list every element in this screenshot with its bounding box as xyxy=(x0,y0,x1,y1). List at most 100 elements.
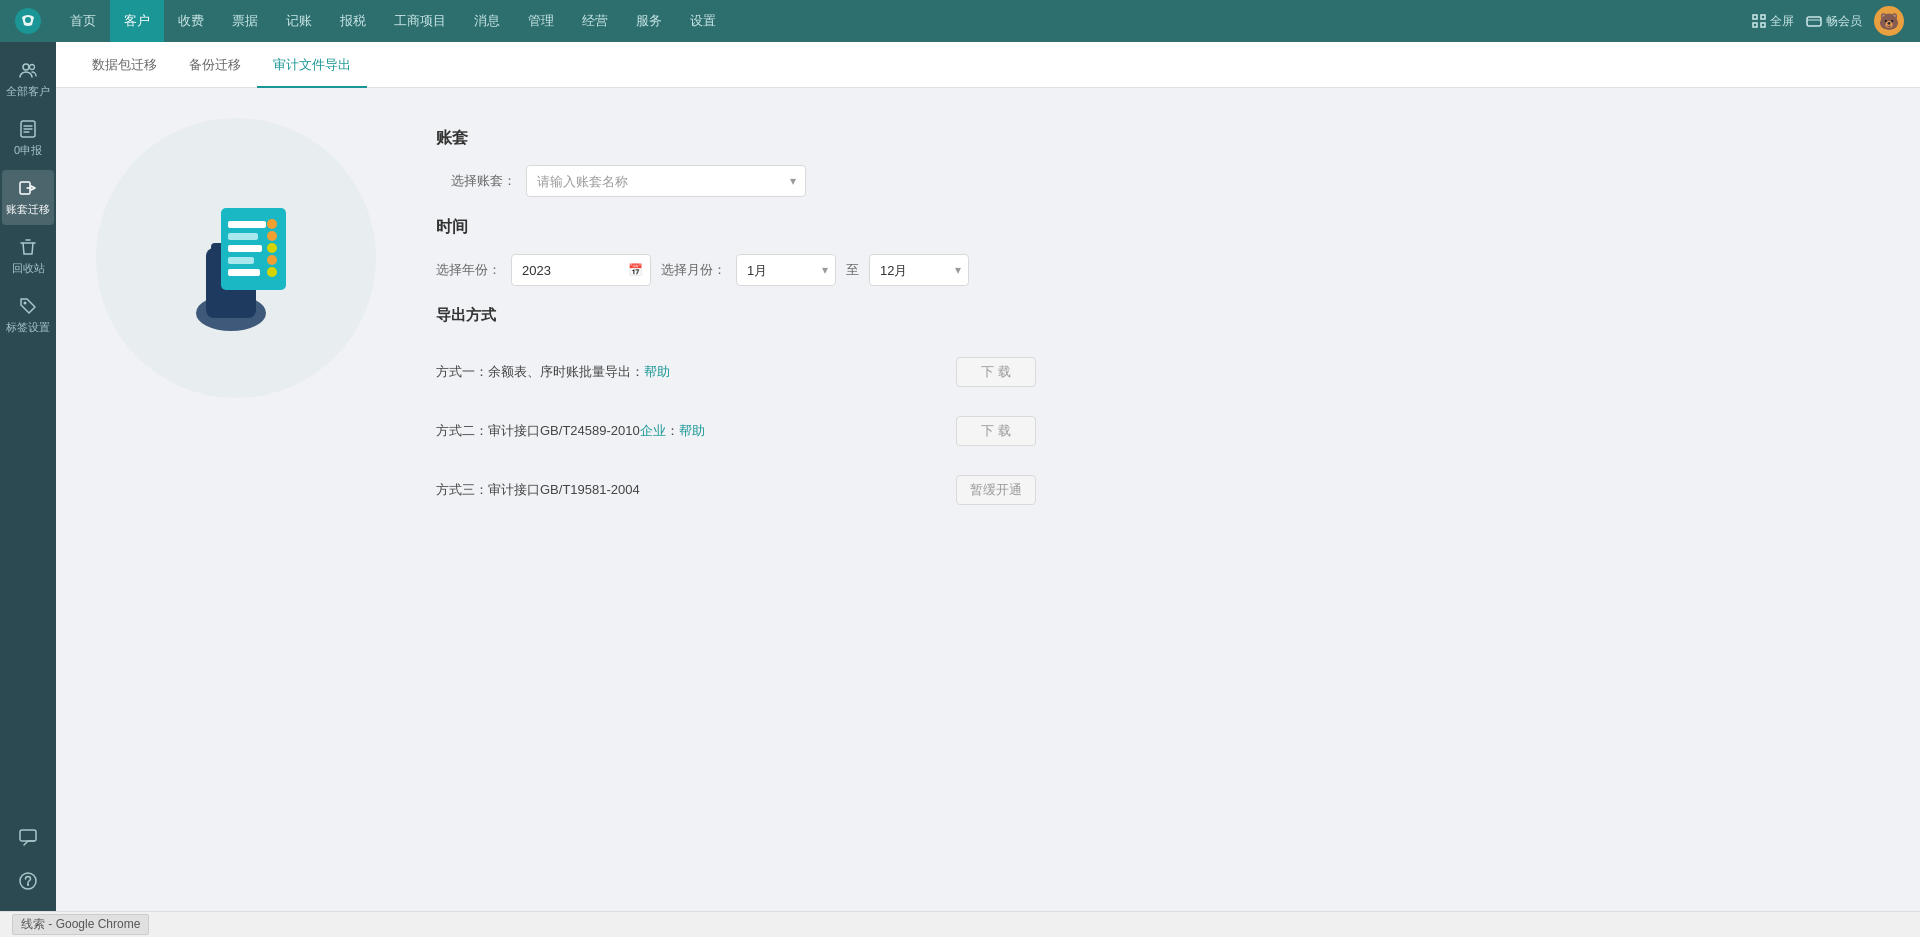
illustration-svg xyxy=(136,158,336,358)
svg-rect-4 xyxy=(1753,23,1757,27)
nav-accounting[interactable]: 记账 xyxy=(272,0,326,42)
sidebar-help-btn[interactable] xyxy=(2,863,54,899)
export-method-2-text: 方式二：审计接口GB/T24589-2010 xyxy=(436,423,640,438)
end-month-select[interactable]: 1月 2月 3月 4月 5月 6月 7月 8月 9月 10月 11月 xyxy=(869,254,969,286)
account-select-label: 选择账套： xyxy=(436,172,516,190)
fullscreen-label: 全屏 xyxy=(1770,13,1794,30)
sidebar-label-migration: 账套迁移 xyxy=(6,202,50,217)
svg-rect-3 xyxy=(1761,15,1765,19)
time-section-title: 时间 xyxy=(436,217,1036,238)
sidebar-item-zero-declare[interactable]: 0申报 xyxy=(2,111,54,166)
month-label: 选择月份： xyxy=(661,261,726,279)
svg-point-30 xyxy=(267,267,277,277)
sidebar-item-account-migration[interactable]: 账套迁移 xyxy=(2,170,54,225)
svg-rect-24 xyxy=(228,257,254,264)
logo[interactable] xyxy=(10,3,46,39)
nav-operation[interactable]: 经营 xyxy=(568,0,622,42)
svg-point-7 xyxy=(23,64,29,70)
sidebar-item-tags[interactable]: 标签设置 xyxy=(2,288,54,343)
sidebar: 全部客户 0申报 账套迁移 回收站 xyxy=(0,42,56,911)
nav-right: 全屏 畅会员 🐻 xyxy=(1752,6,1920,36)
start-month-select[interactable]: 1月 2月 3月 4月 5月 6月 7月 8月 9月 10月 11月 xyxy=(736,254,836,286)
svg-point-1 xyxy=(25,17,31,23)
form-area: 账套 选择账套： 请输入账套名称 时间 选择年份： xyxy=(436,118,1036,519)
svg-point-26 xyxy=(267,219,277,229)
vip-label: 畅会员 xyxy=(1826,13,1862,30)
export-method-1-help-link[interactable]: 帮助 xyxy=(644,364,670,379)
tab-backup-migration[interactable]: 备份迁移 xyxy=(173,44,257,88)
export-method-3-coming-btn: 暂缓开通 xyxy=(956,475,1036,505)
nav-items: 首页 客户 收费 票据 记账 报税 工商项目 消息 管理 经营 服务 设置 xyxy=(56,0,1752,42)
to-text: 至 xyxy=(846,261,859,279)
user-avatar[interactable]: 🐻 xyxy=(1874,6,1904,36)
svg-rect-25 xyxy=(228,269,260,276)
illustration-circle xyxy=(96,118,376,398)
export-method-1-text: 方式一：余额表、序时账批量导出： xyxy=(436,364,644,379)
tabs-bar: 数据包迁移 备份迁移 审计文件导出 xyxy=(56,42,1920,88)
year-input-wrapper xyxy=(511,254,651,286)
nav-message[interactable]: 消息 xyxy=(460,0,514,42)
nav-billing[interactable]: 收费 xyxy=(164,0,218,42)
sidebar-label-zero-declare: 0申报 xyxy=(14,143,42,158)
nav-invoice[interactable]: 票据 xyxy=(218,0,272,42)
svg-point-27 xyxy=(267,231,277,241)
account-select-wrapper: 请输入账套名称 xyxy=(526,165,806,197)
export-method-1-download-btn[interactable]: 下 载 xyxy=(956,357,1036,387)
nav-tax[interactable]: 报税 xyxy=(326,0,380,42)
svg-rect-12 xyxy=(20,830,36,841)
svg-rect-23 xyxy=(228,245,262,252)
nav-business[interactable]: 工商项目 xyxy=(380,0,460,42)
status-bar-label: 线索 - Google Chrome xyxy=(12,914,149,935)
page-content: 账套 选择账套： 请输入账套名称 时间 选择年份： xyxy=(56,88,1920,911)
svg-point-11 xyxy=(24,302,27,305)
svg-point-8 xyxy=(30,65,35,70)
export-method-2-download-btn[interactable]: 下 载 xyxy=(956,416,1036,446)
export-method-1-row: 方式一：余额表、序时账批量导出：帮助 下 载 xyxy=(436,343,1036,402)
sidebar-feedback-btn[interactable] xyxy=(2,819,54,855)
account-section-title: 账套 xyxy=(436,128,1036,149)
sidebar-bottom xyxy=(2,819,54,911)
status-bar: 线索 - Google Chrome xyxy=(0,911,1920,937)
nav-management[interactable]: 管理 xyxy=(514,0,568,42)
time-row: 选择年份： 选择月份： 1月 2月 3月 4月 5月 xyxy=(436,254,1036,286)
svg-rect-6 xyxy=(1807,17,1821,26)
vip-btn[interactable]: 畅会员 xyxy=(1806,13,1862,30)
export-method-1-desc: 方式一：余额表、序时账批量导出：帮助 xyxy=(436,363,670,381)
sidebar-item-recycle[interactable]: 回收站 xyxy=(2,229,54,284)
tab-audit-export[interactable]: 审计文件导出 xyxy=(257,44,367,88)
tab-data-migration[interactable]: 数据包迁移 xyxy=(76,44,173,88)
time-section: 时间 选择年份： 选择月份： 1月 2月 3月 4月 xyxy=(436,217,1036,286)
illustration-area xyxy=(96,118,376,398)
main-layout: 全部客户 0申报 账套迁移 回收站 xyxy=(0,42,1920,911)
fullscreen-btn[interactable]: 全屏 xyxy=(1752,13,1794,30)
nav-customer[interactable]: 客户 xyxy=(110,0,164,42)
year-input[interactable] xyxy=(511,254,651,286)
nav-service[interactable]: 服务 xyxy=(622,0,676,42)
svg-point-29 xyxy=(267,255,277,265)
start-month-wrapper: 1月 2月 3月 4月 5月 6月 7月 8月 9月 10月 11月 xyxy=(736,254,836,286)
sidebar-label-tags: 标签设置 xyxy=(6,320,50,335)
sidebar-item-all-customers[interactable]: 全部客户 xyxy=(2,52,54,107)
svg-rect-2 xyxy=(1753,15,1757,19)
nav-settings[interactable]: 设置 xyxy=(676,0,730,42)
export-method-2-company: 企业 xyxy=(640,423,666,438)
svg-rect-5 xyxy=(1761,23,1765,27)
nav-home[interactable]: 首页 xyxy=(56,0,110,42)
top-nav: 首页 客户 收费 票据 记账 报税 工商项目 消息 管理 经营 服务 设置 全屏 xyxy=(0,0,1920,42)
account-select-row: 选择账套： 请输入账套名称 xyxy=(436,165,1036,197)
export-method-3-desc: 方式三：审计接口GB/T19581-2004 xyxy=(436,481,640,499)
year-label: 选择年份： xyxy=(436,261,501,279)
export-method-2-desc: 方式二：审计接口GB/T24589-2010企业：帮助 xyxy=(436,422,705,440)
account-select[interactable]: 请输入账套名称 xyxy=(526,165,806,197)
sidebar-label-recycle: 回收站 xyxy=(12,261,45,276)
export-method-3-row: 方式三：审计接口GB/T19581-2004 暂缓开通 xyxy=(436,461,1036,519)
content-area: 数据包迁移 备份迁移 审计文件导出 xyxy=(56,42,1920,911)
svg-point-28 xyxy=(267,243,277,253)
svg-rect-22 xyxy=(228,233,258,240)
sidebar-label-customers: 全部客户 xyxy=(6,84,50,99)
svg-rect-21 xyxy=(228,221,266,228)
export-section-title: 导出方式 xyxy=(436,306,1036,325)
export-method-2-row: 方式二：审计接口GB/T24589-2010企业：帮助 下 载 xyxy=(436,402,1036,461)
end-month-wrapper: 1月 2月 3月 4月 5月 6月 7月 8月 9月 10月 11月 xyxy=(869,254,969,286)
export-method-2-help-link[interactable]: 帮助 xyxy=(679,423,705,438)
